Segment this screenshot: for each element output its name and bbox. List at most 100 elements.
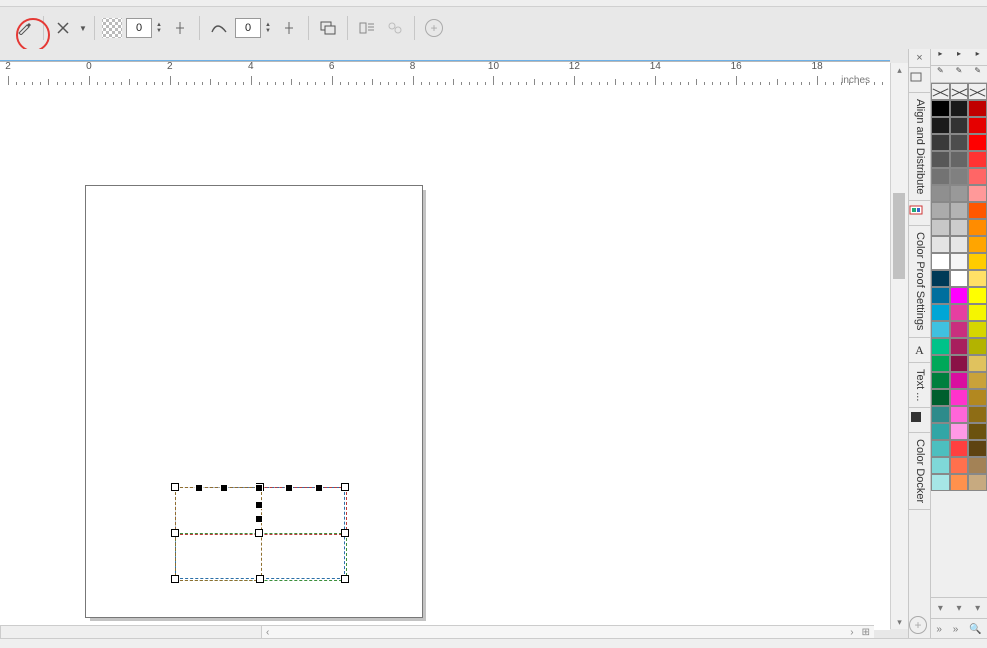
color-swatch[interactable] — [968, 236, 987, 253]
color-swatch[interactable] — [931, 151, 950, 168]
page-tabs-bar[interactable] — [0, 625, 262, 639]
color-swatch[interactable] — [931, 117, 950, 134]
color-swatch[interactable] — [968, 372, 987, 389]
handle-nw[interactable] — [171, 483, 179, 491]
color-swatch[interactable] — [931, 83, 950, 100]
color-swatch[interactable] — [950, 134, 969, 151]
smoothness-more-icon[interactable] — [277, 16, 301, 40]
node-handle[interactable] — [285, 484, 293, 492]
scroll-thumb[interactable] — [893, 193, 905, 279]
handle-sw[interactable] — [171, 575, 179, 583]
color-swatch[interactable] — [931, 304, 950, 321]
node-handle[interactable] — [255, 484, 263, 492]
color-swatch[interactable] — [931, 100, 950, 117]
color-swatch[interactable] — [968, 355, 987, 372]
color-swatch[interactable] — [968, 202, 987, 219]
color-swatch[interactable] — [968, 219, 987, 236]
smoothness-spinner[interactable]: ▲▼ — [263, 18, 273, 38]
color-swatch[interactable] — [950, 474, 969, 491]
transparency-more-icon[interactable] — [168, 16, 192, 40]
transparency-icon[interactable] — [102, 18, 122, 38]
docker-icon-tab[interactable] — [909, 68, 930, 93]
color-swatch[interactable] — [950, 406, 969, 423]
color-swatch[interactable] — [931, 253, 950, 270]
color-swatch[interactable] — [931, 406, 950, 423]
color-swatch[interactable] — [950, 287, 969, 304]
transparency-spinner[interactable]: ▲▼ — [154, 18, 164, 38]
color-swatch[interactable] — [968, 457, 987, 474]
eyedropper-icon[interactable]: ✎ — [931, 66, 950, 82]
eyedropper-icon-3[interactable]: ✎ — [968, 66, 987, 82]
color-swatch[interactable] — [968, 117, 987, 134]
palette-scroll-down-2[interactable]: ▾ — [956, 603, 961, 614]
color-swatch[interactable] — [931, 287, 950, 304]
palette-zoom-icon[interactable]: 🔍 — [969, 624, 981, 635]
color-swatch[interactable] — [950, 440, 969, 457]
color-swatch[interactable] — [931, 168, 950, 185]
color-swatch[interactable] — [931, 202, 950, 219]
close-docker-button[interactable]: × — [909, 49, 930, 68]
expand-dockers-button[interactable]: + — [909, 614, 930, 639]
eyedropper-icon-2[interactable]: ✎ — [950, 66, 969, 82]
palette-col-arrow-1[interactable]: ▸ — [931, 49, 950, 65]
no-fill-icon[interactable] — [51, 16, 75, 40]
handle-se[interactable] — [341, 575, 349, 583]
node-handle[interactable] — [315, 484, 323, 492]
center-handle[interactable] — [255, 529, 263, 537]
palette-scroll-down-3[interactable]: ▾ — [975, 603, 980, 614]
color-swatch[interactable] — [968, 134, 987, 151]
color-swatch[interactable] — [950, 253, 969, 270]
rectangle-object-3[interactable] — [175, 487, 262, 581]
handle-w[interactable] — [171, 529, 179, 537]
color-swatch[interactable] — [931, 185, 950, 202]
color-swatch[interactable] — [968, 321, 987, 338]
color-swatch[interactable] — [968, 100, 987, 117]
docker-tab-text-icon[interactable]: A — [909, 338, 930, 363]
color-swatch[interactable] — [950, 321, 969, 338]
color-swatch[interactable] — [968, 83, 987, 100]
color-swatch[interactable] — [931, 457, 950, 474]
docker-tab-colorproof[interactable]: Color Proof Settings — [909, 226, 930, 337]
color-swatch[interactable] — [950, 185, 969, 202]
color-swatch[interactable] — [968, 287, 987, 304]
color-swatch[interactable] — [931, 372, 950, 389]
palette-col-arrow-2[interactable]: ▸ — [950, 49, 969, 65]
color-swatch[interactable] — [950, 338, 969, 355]
color-swatch[interactable] — [968, 474, 987, 491]
color-swatch[interactable] — [968, 406, 987, 423]
node-handle[interactable] — [255, 501, 263, 509]
scroll-down-arrow[interactable]: ▾ — [891, 615, 908, 629]
scroll-up-arrow[interactable]: ▴ — [891, 63, 908, 77]
color-swatch[interactable] — [931, 321, 950, 338]
node-handle[interactable] — [195, 484, 203, 492]
color-swatch[interactable] — [950, 423, 969, 440]
transparency-input[interactable]: 0 — [126, 18, 152, 38]
outline-behind-fill-icon[interactable] — [316, 16, 340, 40]
horizontal-scrollbar[interactable]: ‹ › ⊞ — [262, 625, 874, 639]
color-swatch[interactable] — [950, 355, 969, 372]
color-swatch[interactable] — [931, 440, 950, 457]
scroll-right-arrow[interactable]: › — [846, 627, 857, 638]
palette-col-arrow-3[interactable]: ▸ — [968, 49, 987, 65]
color-swatch[interactable] — [950, 151, 969, 168]
vertical-scrollbar[interactable]: ▴ ▾ — [890, 63, 908, 629]
color-swatch[interactable] — [931, 355, 950, 372]
color-swatch[interactable] — [968, 338, 987, 355]
smoothness-input[interactable]: 0 — [235, 18, 261, 38]
color-swatch[interactable] — [931, 134, 950, 151]
horizontal-ruler[interactable]: inches 2024681012141618 — [0, 61, 890, 87]
color-swatch[interactable] — [968, 440, 987, 457]
fill-dropdown-arrow[interactable]: ▼ — [77, 24, 89, 33]
color-swatch[interactable] — [950, 117, 969, 134]
color-swatch[interactable] — [968, 253, 987, 270]
color-swatch[interactable] — [950, 304, 969, 321]
color-swatch[interactable] — [950, 83, 969, 100]
color-swatch[interactable] — [968, 270, 987, 287]
docker-tab-colordocker-icon[interactable] — [909, 408, 930, 433]
color-swatch[interactable] — [968, 304, 987, 321]
color-swatch[interactable] — [950, 168, 969, 185]
color-swatch[interactable] — [931, 423, 950, 440]
smoothness-icon[interactable] — [207, 16, 231, 40]
color-swatch[interactable] — [950, 219, 969, 236]
color-swatch[interactable] — [950, 372, 969, 389]
